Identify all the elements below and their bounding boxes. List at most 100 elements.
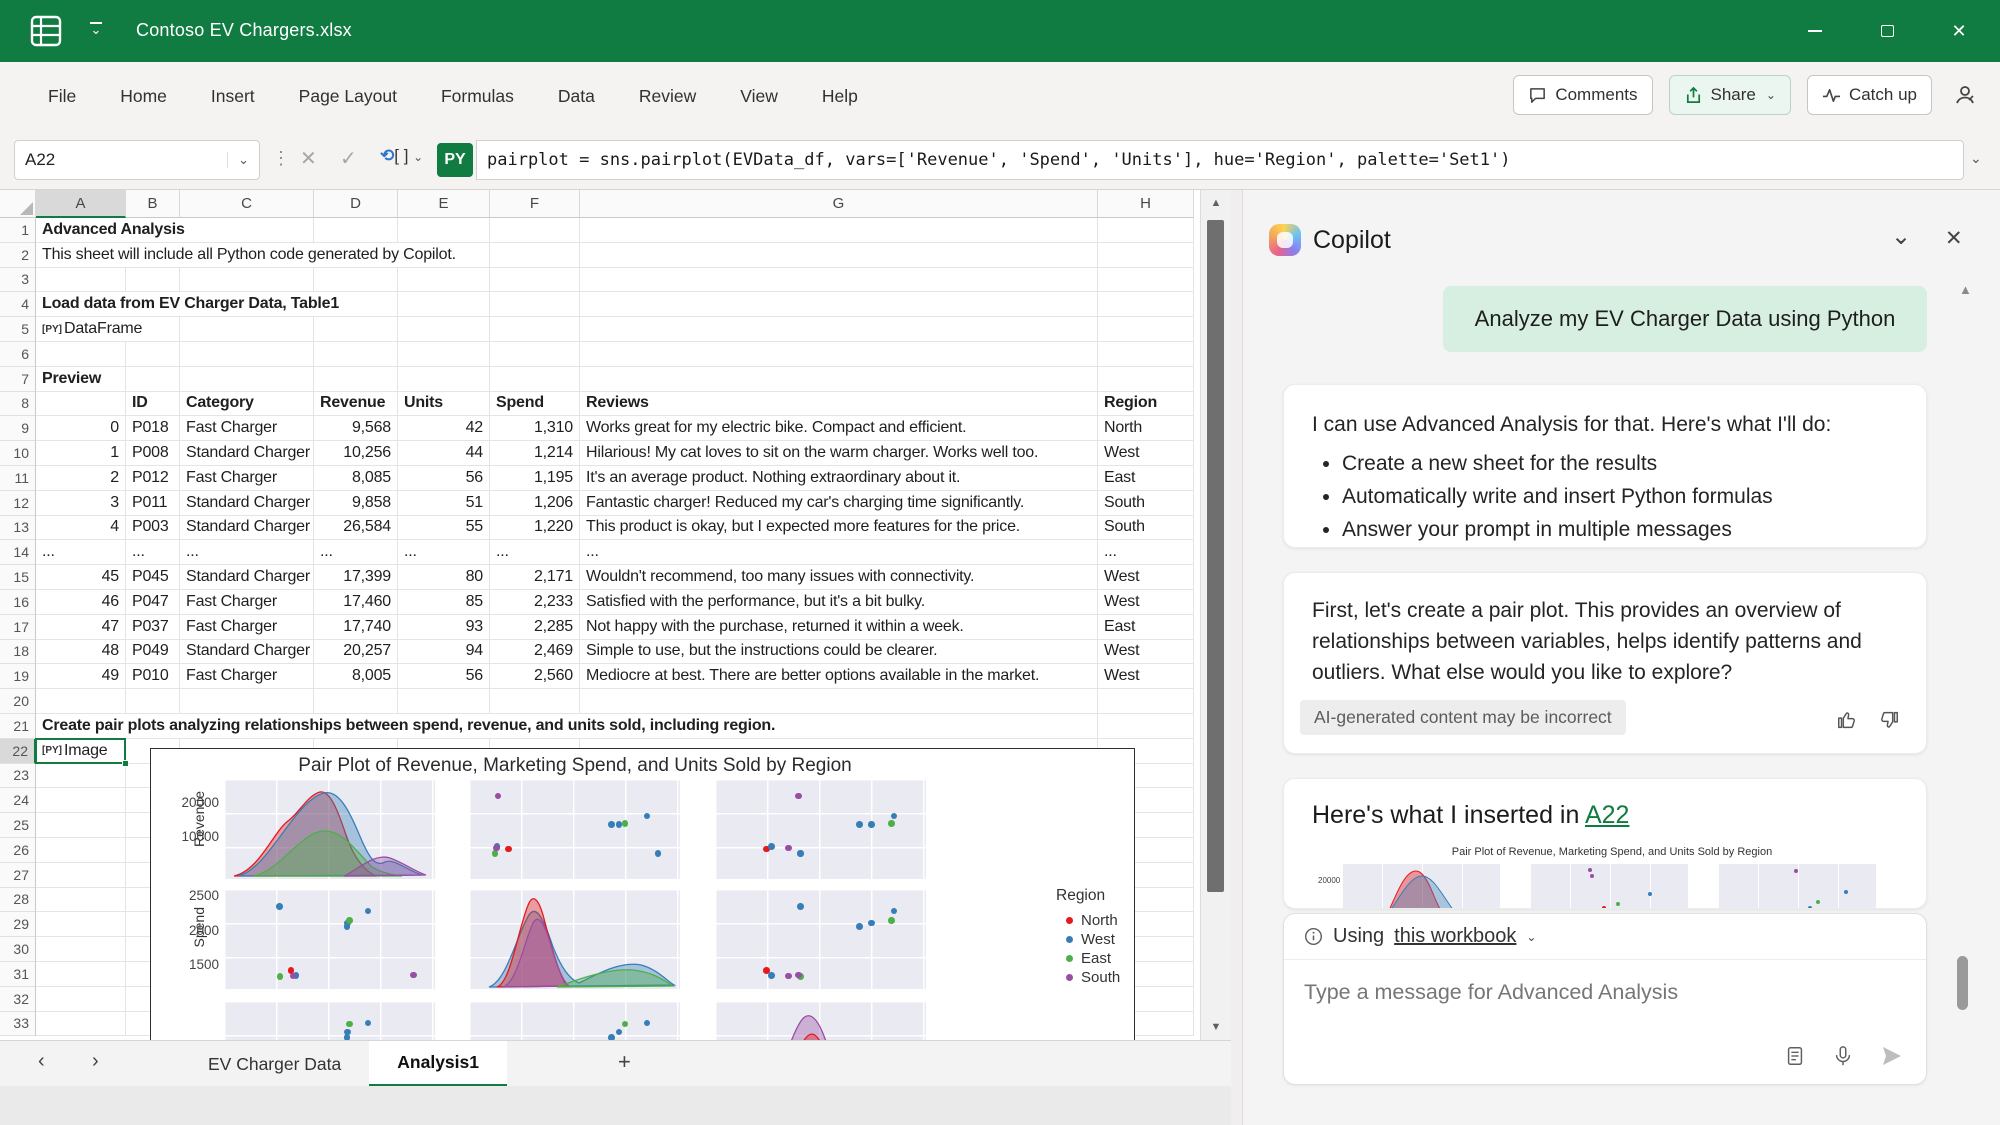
grid-cell[interactable]	[180, 689, 314, 714]
sheet-nav-left-icon[interactable]: ‹	[38, 1050, 45, 1073]
column-header-D[interactable]: D	[314, 190, 398, 218]
grid-cell[interactable]	[36, 937, 126, 962]
presence-person-icon[interactable]	[1948, 78, 1982, 112]
chevron-down-icon[interactable]: ⌄	[227, 152, 249, 168]
name-box[interactable]: A22 ⌄	[14, 140, 260, 180]
maximize-button[interactable]	[1857, 0, 1917, 62]
grid-cell[interactable]: Standard Charger	[180, 441, 314, 466]
grid-cell[interactable]: 80	[398, 565, 490, 590]
grid-cell[interactable]: It's an average product. Nothing extraor…	[580, 466, 1098, 491]
grid-cell[interactable]: P045	[126, 565, 180, 590]
grid-cell[interactable]	[36, 987, 126, 1012]
menu-tab-help[interactable]: Help	[800, 86, 880, 107]
inserted-chart-preview[interactable]: Pair Plot of Revenue, Marketing Spend, a…	[1312, 846, 1898, 909]
menu-tab-review[interactable]: Review	[617, 86, 718, 107]
grid-cell[interactable]: 0	[36, 416, 126, 441]
grid-vertical-scrollbar[interactable]: ▲ ▼	[1200, 190, 1230, 1040]
grid-cell[interactable]: Revenue	[314, 392, 398, 417]
grid-cell[interactable]: P018	[126, 416, 180, 441]
grid-cell[interactable]	[490, 367, 580, 392]
grid-cell[interactable]	[1098, 317, 1194, 342]
grid-cell[interactable]	[1098, 714, 1194, 739]
panel-scrollbar-thumb[interactable]	[1957, 956, 1968, 1010]
grid-cell[interactable]	[314, 367, 398, 392]
scroll-down-icon[interactable]: ▼	[1201, 1014, 1231, 1040]
grid-cell[interactable]: P049	[126, 640, 180, 665]
grid-cell[interactable]	[314, 218, 398, 243]
grid-cell[interactable]: 4	[36, 516, 126, 541]
grid-cell[interactable]	[1098, 689, 1194, 714]
add-sheet-button[interactable]: +	[618, 1049, 631, 1075]
grid-cell[interactable]: 93	[398, 615, 490, 640]
send-icon[interactable]	[1880, 1044, 1904, 1068]
grid-cell[interactable]: Spend	[490, 392, 580, 417]
grid-cell[interactable]	[1098, 243, 1194, 268]
grid-cell[interactable]: Fast Charger	[180, 466, 314, 491]
grid-cell[interactable]: 26,584	[314, 516, 398, 541]
column-header-H[interactable]: H	[1098, 190, 1194, 218]
grid-cell[interactable]: Standard Charger	[180, 491, 314, 516]
grid-cell[interactable]: ...	[580, 540, 1098, 565]
sheet-nav-right-icon[interactable]: ›	[92, 1050, 99, 1073]
grid-cell[interactable]	[314, 268, 398, 293]
grid-cell[interactable]: ...	[180, 540, 314, 565]
row-header-23[interactable]: 23	[0, 764, 36, 789]
menu-tab-page-layout[interactable]: Page Layout	[277, 86, 419, 107]
fill-handle[interactable]	[122, 760, 129, 767]
grid-cell[interactable]	[180, 342, 314, 367]
row-header-4[interactable]: 4	[0, 292, 36, 317]
grid-cell[interactable]	[126, 268, 180, 293]
grid-cell[interactable]: 2,233	[490, 590, 580, 615]
grid-cell[interactable]: 17,399	[314, 565, 398, 590]
grid-cell[interactable]	[580, 342, 1098, 367]
grid-cell[interactable]	[580, 268, 1098, 293]
grid-cell[interactable]: West	[1098, 664, 1194, 689]
collapse-panel-icon[interactable]: ⌄	[1891, 222, 1911, 251]
grid-cell[interactable]: 1,310	[490, 416, 580, 441]
column-header-B[interactable]: B	[126, 190, 180, 218]
catch-up-button[interactable]: Catch up	[1807, 75, 1932, 115]
grid-cell[interactable]	[490, 292, 580, 317]
column-header-E[interactable]: E	[398, 190, 490, 218]
grid-cell[interactable]: Simple to use, but the instructions coul…	[580, 640, 1098, 665]
grid-cell[interactable]: 10,256	[314, 441, 398, 466]
grid-cell[interactable]	[314, 342, 398, 367]
row-header-21[interactable]: 21	[0, 714, 36, 739]
formula-bar-handle-icon[interactable]: ⋮	[272, 148, 290, 169]
grid-cell[interactable]: 2	[36, 466, 126, 491]
grid-cell[interactable]: 8,085	[314, 466, 398, 491]
grid-cell[interactable]	[580, 367, 1098, 392]
grid-cell[interactable]	[1098, 218, 1194, 243]
grid-cell[interactable]	[580, 218, 1098, 243]
grid-cell[interactable]	[580, 317, 1098, 342]
grid-cell[interactable]: 45	[36, 565, 126, 590]
menu-tab-formulas[interactable]: Formulas	[419, 86, 536, 107]
grid-cell[interactable]: West	[1098, 640, 1194, 665]
grid-cell[interactable]	[490, 689, 580, 714]
row-header-15[interactable]: 15	[0, 565, 36, 590]
grid-cell[interactable]	[180, 367, 314, 392]
grid-cell[interactable]: West	[1098, 590, 1194, 615]
grid-cell[interactable]: P008	[126, 441, 180, 466]
grid-cell[interactable]	[398, 292, 490, 317]
grid-cell[interactable]	[36, 268, 126, 293]
context-selector[interactable]: Using this workbook ⌄	[1284, 914, 1926, 960]
row-header-2[interactable]: 2	[0, 243, 36, 268]
workbook-scope-link[interactable]: this workbook	[1394, 925, 1516, 948]
grid-cell[interactable]: East	[1098, 466, 1194, 491]
grid-cell[interactable]	[1098, 292, 1194, 317]
grid-cell[interactable]	[580, 292, 1098, 317]
grid-cell[interactable]: Units	[398, 392, 490, 417]
grid-cell[interactable]: 1,195	[490, 466, 580, 491]
row-header-17[interactable]: 17	[0, 615, 36, 640]
grid-cell[interactable]: ...	[490, 540, 580, 565]
grid-cell[interactable]: 8,005	[314, 664, 398, 689]
row-header-6[interactable]: 6	[0, 342, 36, 367]
grid-cell[interactable]: 55	[398, 516, 490, 541]
grid-cell[interactable]	[490, 218, 580, 243]
row-header-28[interactable]: 28	[0, 888, 36, 913]
column-header-C[interactable]: C	[180, 190, 314, 218]
grid-cell[interactable]	[490, 342, 580, 367]
row-header-31[interactable]: 31	[0, 962, 36, 987]
grid-cell[interactable]: North	[1098, 416, 1194, 441]
